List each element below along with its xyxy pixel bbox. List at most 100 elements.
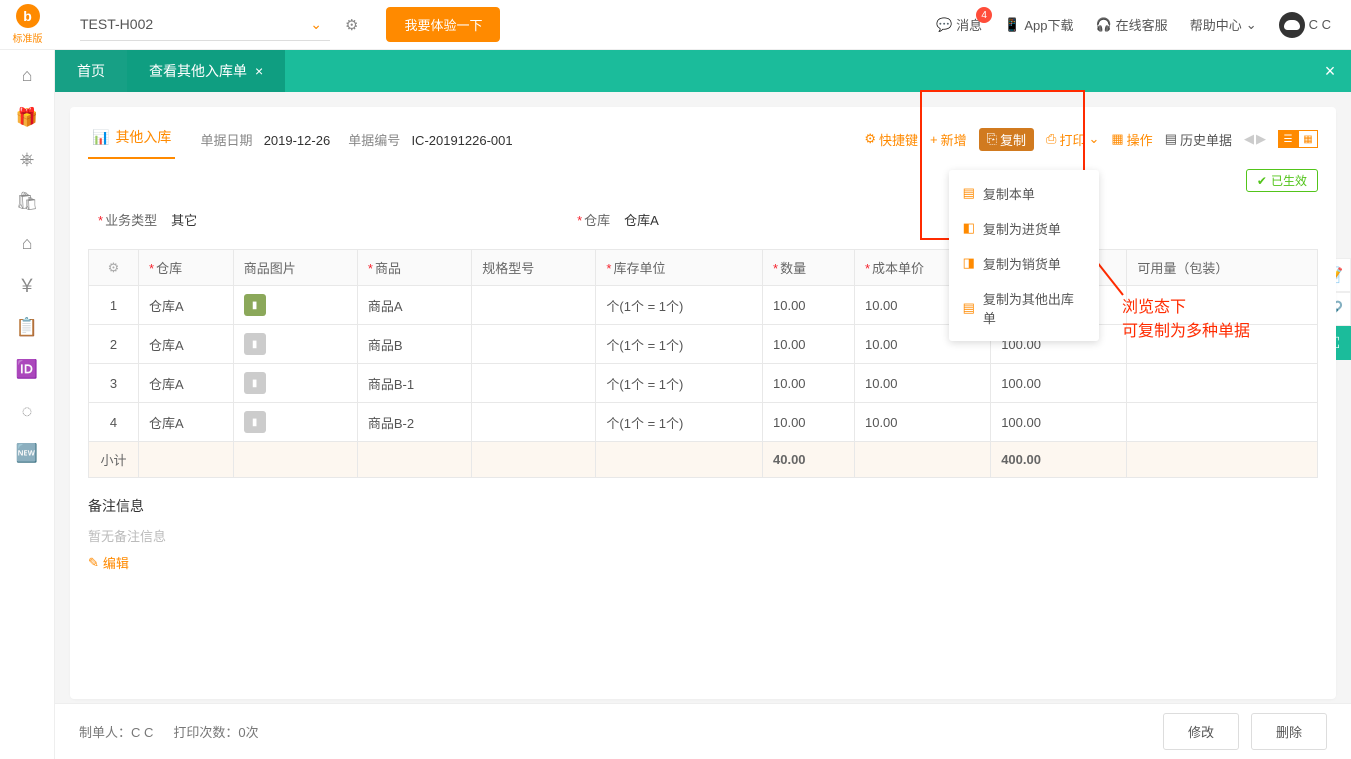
- settings-icon[interactable]: ⚙: [345, 16, 358, 34]
- logo-icon: b: [16, 4, 40, 28]
- remarks-placeholder: 暂无备注信息: [88, 526, 1318, 545]
- items-table: ⚙ *仓库 商品图片 *商品 规格型号 *库存单位 *数量 *成本单价 *成本金…: [88, 249, 1318, 478]
- delete-button[interactable]: 删除: [1251, 713, 1327, 750]
- avatar-icon: [1279, 12, 1305, 38]
- app-download-label: App下载: [1024, 15, 1073, 34]
- copy-action[interactable]: ⎘复制: [979, 128, 1034, 151]
- logo[interactable]: b 标准版: [0, 4, 55, 45]
- print-icon: ⎙: [1046, 131, 1056, 147]
- history-icon: ▤: [1165, 131, 1177, 147]
- edit-remarks-link[interactable]: ✎ 编辑: [88, 553, 1318, 572]
- clipboard-icon[interactable]: 📋: [17, 317, 37, 337]
- cell-image: ▮: [233, 325, 357, 364]
- row-index: 4: [89, 403, 139, 442]
- th-available: 可用量（包装）: [1127, 250, 1318, 286]
- tab-home[interactable]: 首页: [55, 50, 127, 92]
- biz-type-value: 其它: [171, 210, 197, 229]
- copy-self-item[interactable]: ▤复制本单: [949, 176, 1099, 211]
- doc-out-icon: ▤: [963, 300, 975, 316]
- gear-icon: ⚙: [864, 131, 876, 147]
- shortcut-label: 快捷键: [879, 130, 918, 149]
- table-row[interactable]: 4仓库A▮商品B-2个(1个 = 1个)10.0010.00100.00: [89, 403, 1318, 442]
- copy-other-outbound-item[interactable]: ▤ 复制为其他出库单: [949, 281, 1099, 335]
- chevron-down-icon: ⌄: [310, 16, 322, 33]
- grid-view-toggle[interactable]: ▦: [1298, 130, 1318, 148]
- date-value: 2019-12-26: [264, 133, 331, 148]
- gift-icon[interactable]: 🎁: [17, 107, 37, 127]
- copy-icon: ⎘: [987, 131, 997, 147]
- shortcut-action[interactable]: ⚙快捷键: [864, 130, 918, 149]
- inbound-icon: 📊: [92, 129, 109, 146]
- history-action[interactable]: ▤历史单据: [1165, 130, 1232, 149]
- next-arrow[interactable]: ▶: [1256, 131, 1266, 147]
- tab-view-other-inbound[interactable]: 查看其他入库单 ×: [127, 50, 285, 92]
- operate-label: 操作: [1127, 130, 1153, 149]
- cell-unit: 个(1个 = 1个): [596, 286, 763, 325]
- th-unit: 库存单位: [613, 261, 665, 276]
- plus-icon: +: [930, 132, 938, 147]
- copy-purchase-item[interactable]: ◧复制为进货单: [949, 211, 1099, 246]
- cell-product: 商品B: [357, 325, 471, 364]
- warehouse-icon[interactable]: ⌂: [17, 233, 37, 253]
- new-icon[interactable]: 🆕: [17, 443, 37, 463]
- remarks-title: 备注信息: [88, 496, 1318, 516]
- prev-arrow[interactable]: ◀: [1244, 131, 1254, 147]
- dotted-circle-icon[interactable]: ◌: [17, 401, 37, 421]
- bag-icon[interactable]: 🛍: [17, 191, 37, 211]
- doc-header: 📊 其他入库 单据日期 2019-12-26 单据编号 IC-20191226-…: [70, 107, 1336, 159]
- messages-badge: 4: [976, 7, 992, 23]
- grid-icon: ▦: [1111, 131, 1123, 147]
- online-service-link[interactable]: 🎧 在线客服: [1095, 15, 1167, 34]
- money-icon[interactable]: ￥: [17, 275, 37, 295]
- home-icon[interactable]: ⌂: [17, 65, 37, 85]
- operate-action[interactable]: ▦操作: [1111, 130, 1152, 149]
- trial-button[interactable]: 我要体验一下: [386, 7, 500, 42]
- close-icon[interactable]: ×: [255, 63, 263, 79]
- user-menu[interactable]: C C: [1279, 12, 1331, 38]
- table-row[interactable]: 3仓库A▮商品B-1个(1个 = 1个)10.0010.00100.00: [89, 364, 1318, 403]
- print-label: 打印: [1059, 130, 1085, 149]
- help-center-link[interactable]: 帮助中心 ⌄: [1190, 15, 1257, 34]
- document-card: 📊 其他入库 单据日期 2019-12-26 单据编号 IC-20191226-…: [70, 107, 1336, 699]
- app-download-link[interactable]: 📱 App下载: [1004, 15, 1073, 34]
- chevron-down-icon: ⌄: [1246, 17, 1257, 33]
- list-view-toggle[interactable]: ☰: [1278, 130, 1298, 148]
- cell-product: 商品B-1: [357, 364, 471, 403]
- edit-icon: ✎: [88, 555, 99, 571]
- dd-label-4: 复制为其他出库单: [983, 289, 1085, 327]
- doc-meta: 单据日期 2019-12-26 单据编号 IC-20191226-001: [200, 130, 512, 149]
- add-action[interactable]: +新增: [930, 130, 967, 149]
- close-all-tabs[interactable]: ×: [1309, 50, 1351, 92]
- house-money-icon[interactable]: ⎈: [17, 149, 37, 169]
- modify-button[interactable]: 修改: [1163, 713, 1239, 750]
- cell-warehouse: 仓库A: [139, 364, 234, 403]
- tabbar: 首页 查看其他入库单 × ×: [55, 50, 1351, 92]
- cell-image: ▮: [233, 286, 357, 325]
- nav-arrows: ◀ ▶: [1244, 131, 1266, 147]
- cell-product: 商品A: [357, 286, 471, 325]
- cell-spec: [472, 364, 596, 403]
- cell-price: 10.00: [854, 403, 990, 442]
- messages-link[interactable]: 💬 消息 4: [936, 15, 982, 34]
- org-selector[interactable]: TEST-H002 ⌄: [80, 9, 330, 41]
- print-action[interactable]: ⎙打印⌄: [1046, 130, 1099, 149]
- footer: 制单人：C C 打印次数：0次 修改 删除: [55, 703, 1351, 759]
- edit-label: 编辑: [103, 553, 129, 572]
- cell-price: 10.00: [854, 364, 990, 403]
- th-spec: 规格型号: [472, 250, 596, 286]
- cell-amount: 100.00: [991, 364, 1127, 403]
- th-image: 商品图片: [233, 250, 357, 286]
- remarks-section: 备注信息 暂无备注信息 ✎ 编辑: [70, 478, 1336, 572]
- help-center-label: 帮助中心: [1190, 15, 1242, 34]
- cell-image: ▮: [233, 403, 357, 442]
- cell-qty: 10.00: [763, 286, 855, 325]
- id-icon[interactable]: 🆔: [17, 359, 37, 379]
- gear-column[interactable]: ⚙: [89, 250, 139, 286]
- user-name: C C: [1309, 17, 1331, 32]
- biz-type-label: 业务类型: [105, 213, 157, 228]
- cart-in-icon: ◧: [963, 220, 975, 236]
- copy-sales-item[interactable]: ◨复制为销货单: [949, 246, 1099, 281]
- doc-type-tab[interactable]: 📊 其他入库: [88, 119, 175, 159]
- subtotal-row: 小计40.00400.00: [89, 442, 1318, 478]
- tab-home-label: 首页: [77, 61, 105, 81]
